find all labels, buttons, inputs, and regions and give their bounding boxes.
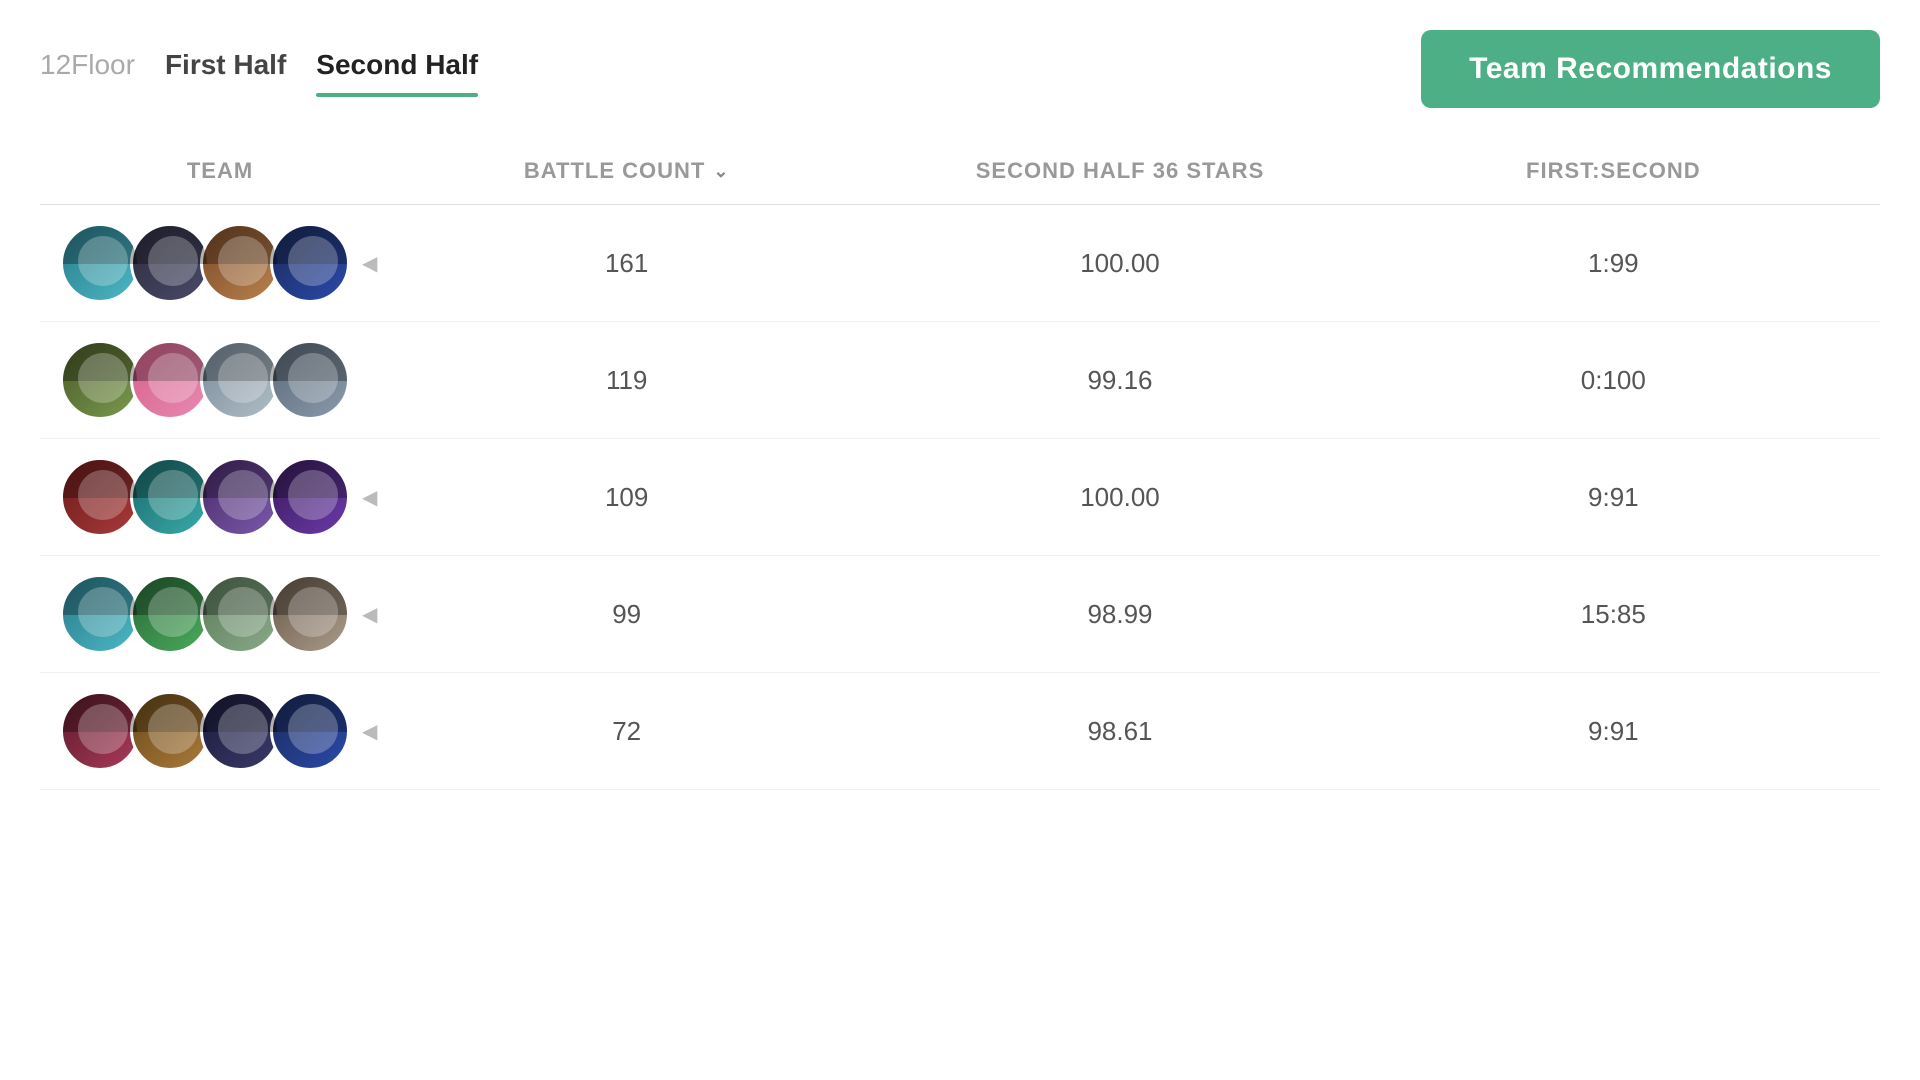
first-second-row-2: 0:100 bbox=[1367, 365, 1860, 396]
team-recommendations-button[interactable]: Team Recommendations bbox=[1421, 30, 1880, 108]
second-half-stars-row-5: 98.61 bbox=[873, 716, 1366, 747]
team-avatars-row-5: ◀ bbox=[60, 691, 380, 771]
second-half-stars-row-4: 98.99 bbox=[873, 599, 1366, 630]
column-header-battle-count[interactable]: BATTLE COUNT ⌄ bbox=[380, 158, 873, 184]
avatar-3-3 bbox=[200, 457, 280, 537]
team-avatars-row-1: ◀ bbox=[60, 223, 380, 303]
avatar-2-2 bbox=[130, 340, 210, 420]
avatar-5-1 bbox=[60, 691, 140, 771]
first-half-tab[interactable]: First Half bbox=[165, 49, 286, 89]
avatar-4-2 bbox=[130, 574, 210, 654]
table-container: TEAM BATTLE COUNT ⌄ SECOND HALF 36 STARS… bbox=[40, 158, 1880, 790]
avatar-5-3 bbox=[200, 691, 280, 771]
team-avatars-row-4: ◀ bbox=[60, 574, 380, 654]
team-avatars-row-2 bbox=[60, 340, 380, 420]
table-row[interactable]: ◀9998.9915:85 bbox=[40, 556, 1880, 673]
table-body: ◀161100.001:9911999.160:100◀109100.009:9… bbox=[40, 205, 1880, 790]
table-header: TEAM BATTLE COUNT ⌄ SECOND HALF 36 STARS… bbox=[40, 158, 1880, 205]
first-second-row-5: 9:91 bbox=[1367, 716, 1860, 747]
avatar-1-2 bbox=[130, 223, 210, 303]
table-row[interactable]: ◀7298.619:91 bbox=[40, 673, 1880, 790]
arrow-left-icon: ◀ bbox=[362, 485, 377, 510]
team-avatars-row-3: ◀ bbox=[60, 457, 380, 537]
avatar-1-1 bbox=[60, 223, 140, 303]
column-header-first-second: FIRST:SECOND bbox=[1367, 158, 1860, 184]
arrow-left-icon: ◀ bbox=[362, 251, 377, 276]
avatar-5-4 bbox=[270, 691, 350, 771]
floor-tab[interactable]: 12Floor bbox=[40, 49, 135, 89]
first-second-row-3: 9:91 bbox=[1367, 482, 1860, 513]
column-header-team: TEAM bbox=[60, 158, 380, 184]
avatar-2-3 bbox=[200, 340, 280, 420]
second-half-tab[interactable]: Second Half bbox=[316, 49, 478, 89]
battle-count-row-3: 109 bbox=[380, 482, 873, 513]
avatar-4-3 bbox=[200, 574, 280, 654]
avatar-1-3 bbox=[200, 223, 280, 303]
sort-icon: ⌄ bbox=[713, 161, 729, 182]
first-second-row-4: 15:85 bbox=[1367, 599, 1860, 630]
battle-count-row-4: 99 bbox=[380, 599, 873, 630]
avatar-3-4 bbox=[270, 457, 350, 537]
battle-count-row-2: 119 bbox=[380, 365, 873, 396]
second-half-stars-row-2: 99.16 bbox=[873, 365, 1366, 396]
avatar-1-4 bbox=[270, 223, 350, 303]
avatar-2-1 bbox=[60, 340, 140, 420]
battle-count-row-1: 161 bbox=[380, 248, 873, 279]
avatar-5-2 bbox=[130, 691, 210, 771]
arrow-left-icon: ◀ bbox=[362, 719, 377, 744]
arrow-left-icon: ◀ bbox=[362, 602, 377, 627]
battle-count-row-5: 72 bbox=[380, 716, 873, 747]
table-row[interactable]: ◀161100.001:99 bbox=[40, 205, 1880, 322]
column-header-second-half-stars: SECOND HALF 36 STARS bbox=[873, 158, 1366, 184]
header: 12Floor First Half Second Half Team Reco… bbox=[40, 20, 1880, 108]
second-half-stars-row-3: 100.00 bbox=[873, 482, 1366, 513]
nav-tabs: 12Floor First Half Second Half bbox=[40, 49, 478, 89]
avatar-4-4 bbox=[270, 574, 350, 654]
page-container: 12Floor First Half Second Half Team Reco… bbox=[0, 0, 1920, 1080]
table-row[interactable]: 11999.160:100 bbox=[40, 322, 1880, 439]
table-row[interactable]: ◀109100.009:91 bbox=[40, 439, 1880, 556]
avatar-3-1 bbox=[60, 457, 140, 537]
second-half-stars-row-1: 100.00 bbox=[873, 248, 1366, 279]
avatar-3-2 bbox=[130, 457, 210, 537]
avatar-4-1 bbox=[60, 574, 140, 654]
first-second-row-1: 1:99 bbox=[1367, 248, 1860, 279]
avatar-2-4 bbox=[270, 340, 350, 420]
